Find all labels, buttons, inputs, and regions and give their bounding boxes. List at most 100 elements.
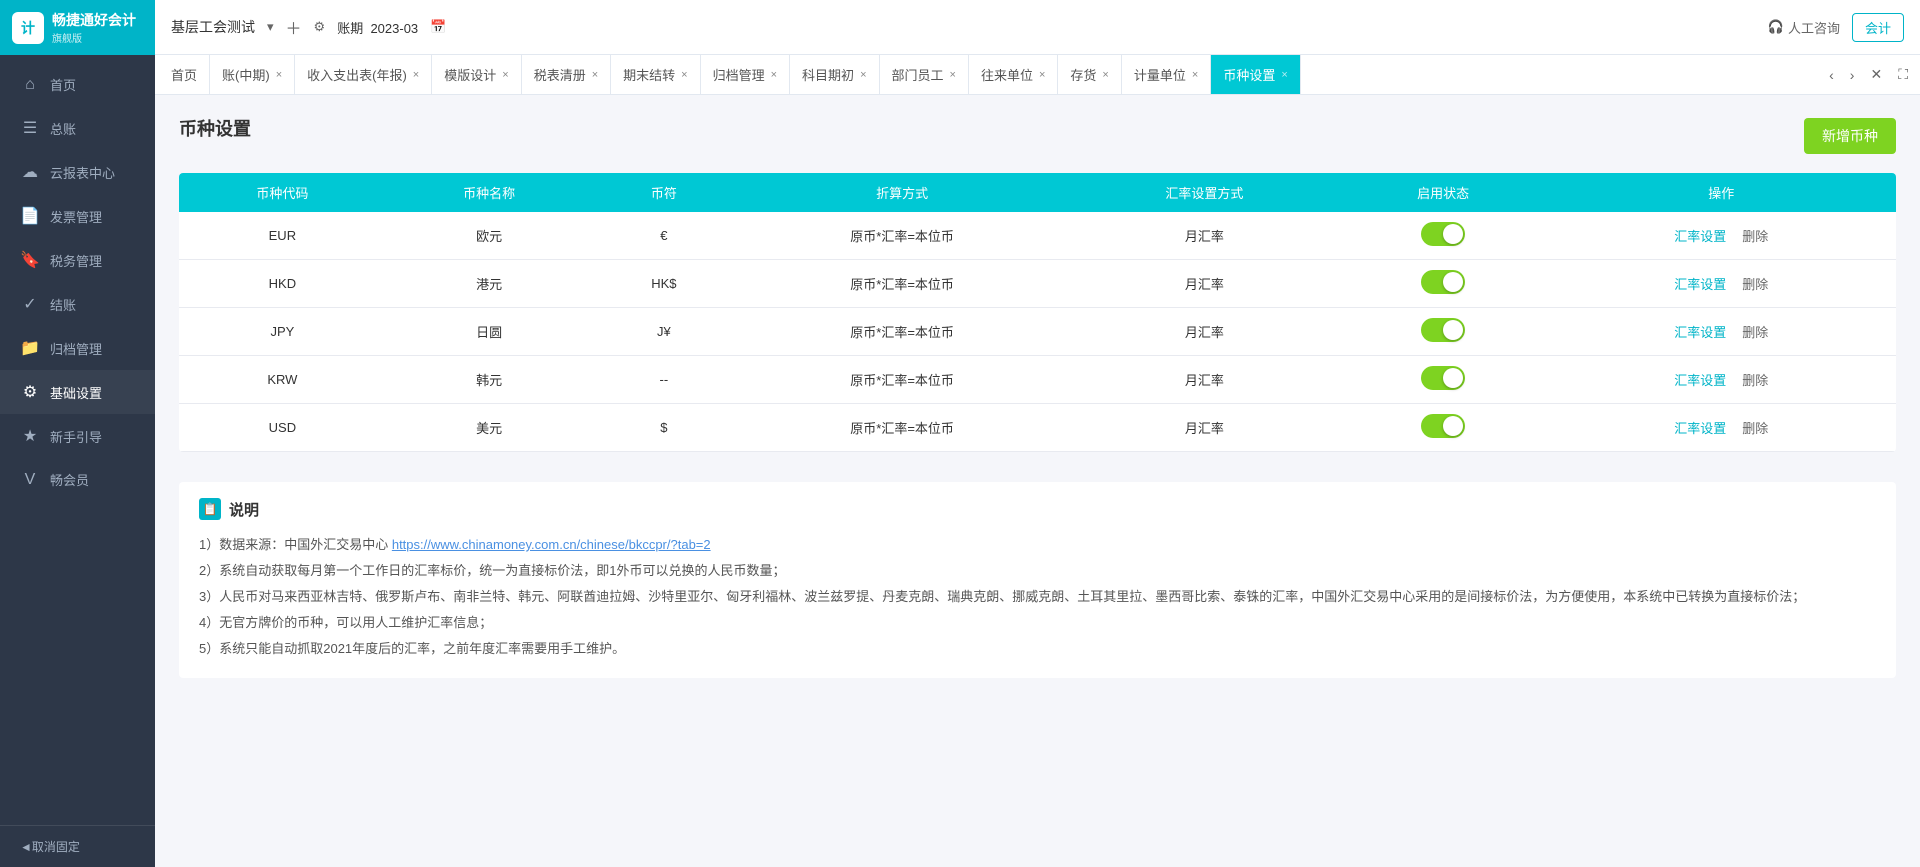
nav-icon-0: ⌂ <box>20 76 40 94</box>
tab-close-5[interactable]: × <box>681 69 687 81</box>
tab-label-5: 期末结转 <box>623 65 675 84</box>
delete-link-3[interactable]: 删除 <box>1742 373 1768 388</box>
cell-4-0: USD <box>179 404 386 452</box>
nav-icon-3: 📄 <box>20 206 40 226</box>
tab-close-9[interactable]: × <box>1039 69 1045 81</box>
cell-0-2: € <box>592 212 735 260</box>
tab-税表清册[interactable]: 税表清册 × <box>522 55 611 95</box>
notes-icon: 📋 <box>199 498 221 520</box>
sidebar-item-首页[interactable]: ⌂首页 <box>0 63 155 106</box>
sidebar-item-税务管理[interactable]: 🔖税务管理 <box>0 238 155 282</box>
tab-close-6[interactable]: × <box>771 69 777 81</box>
logo: 计 畅捷通好会计 旗舰版 <box>0 0 155 55</box>
sidebar-item-结账[interactable]: ✓结账 <box>0 282 155 326</box>
toggle-1[interactable] <box>1421 270 1465 294</box>
rate-settings-link-3[interactable]: 汇率设置 <box>1674 373 1726 388</box>
tab-期末结转[interactable]: 期末结转 × <box>611 55 700 95</box>
tab-label-1: 账(中期) <box>222 65 270 84</box>
toggle-knob-0 <box>1443 224 1463 244</box>
tab-next-button[interactable]: › <box>1842 55 1863 95</box>
tab-币种设置[interactable]: 币种设置 × <box>1211 55 1300 95</box>
nav-label-9: 畅会员 <box>50 470 89 489</box>
delete-link-1[interactable]: 删除 <box>1742 277 1768 292</box>
tab-expand-button[interactable]: ⛶ <box>1890 55 1916 95</box>
table-row: HKD港元HK$原币*汇率=本位币月汇率汇率设置删除 <box>179 260 1896 308</box>
sidebar-item-总账[interactable]: ☰总账 <box>0 106 155 150</box>
tab-close-2[interactable]: × <box>413 69 419 81</box>
tab-模版设计[interactable]: 模版设计 × <box>432 55 521 95</box>
sidebar-item-云报表中心[interactable]: ☁云报表中心 <box>0 150 155 194</box>
logo-subtitle: 旗舰版 <box>52 30 136 45</box>
rate-settings-link-4[interactable]: 汇率设置 <box>1674 421 1726 436</box>
logo-icon: 计 <box>12 12 44 44</box>
rate-settings-link-1[interactable]: 汇率设置 <box>1674 277 1726 292</box>
rate-settings-link-2[interactable]: 汇率设置 <box>1674 325 1726 340</box>
sidebar-item-归档管理[interactable]: 📁归档管理 <box>0 326 155 370</box>
new-currency-button[interactable]: 新增币种 <box>1804 118 1896 154</box>
delete-link-0[interactable]: 删除 <box>1742 229 1768 244</box>
tab-close-all-button[interactable]: ✕ <box>1862 55 1890 95</box>
tab-close-1[interactable]: × <box>276 69 282 81</box>
nav-icon-9: V <box>20 471 40 489</box>
toggle-3[interactable] <box>1421 366 1465 390</box>
tab-prev-button[interactable]: ‹ <box>1821 55 1842 95</box>
cell-1-3: 原币*汇率=本位币 <box>735 260 1069 308</box>
tab-首页[interactable]: 首页 <box>159 55 210 95</box>
col-header-币种名称: 币种名称 <box>386 173 593 212</box>
toggle-4[interactable] <box>1421 414 1465 438</box>
tab-收入支出表(年报)[interactable]: 收入支出表(年报) × <box>295 55 432 95</box>
sidebar-nav: ⌂首页☰总账☁云报表中心 📄 发票管理 🔖税务管理✓结账📁归档管理⚙基础设置★新手引导… <box>0 55 155 825</box>
tab-close-12[interactable]: × <box>1281 69 1287 81</box>
cell-2-0: JPY <box>179 308 386 356</box>
cell-1-2: HK$ <box>592 260 735 308</box>
nav-label-3: 发票管理 <box>50 207 102 226</box>
table-row: JPY日圆J¥原币*汇率=本位币月汇率汇率设置删除 <box>179 308 1896 356</box>
col-header-启用状态: 启用状态 <box>1340 173 1547 212</box>
sidebar-item-发票管理[interactable]: 📄 发票管理 <box>0 194 155 238</box>
toggle-2[interactable] <box>1421 318 1465 342</box>
tab-close-7[interactable]: × <box>860 69 866 81</box>
sidebar-item-基础设置[interactable]: ⚙基础设置 <box>0 370 155 414</box>
sidebar-footer-pin[interactable]: ◄取消固定 <box>0 825 155 867</box>
table-row: KRW韩元--原币*汇率=本位币月汇率汇率设置删除 <box>179 356 1896 404</box>
tab-往来单位[interactable]: 往来单位 × <box>969 55 1058 95</box>
chinamoney-link[interactable]: https://www.chinamoney.com.cn/chinese/bk… <box>392 537 711 552</box>
help-button[interactable]: 🎧 人工咨询 <box>1768 18 1840 37</box>
user-role-button[interactable]: 会计 <box>1852 13 1904 42</box>
calendar-icon[interactable]: 📅 <box>430 19 446 35</box>
tab-close-3[interactable]: × <box>502 69 508 81</box>
period-label: 账期 2023-03 <box>337 18 418 37</box>
tab-label-12: 币种设置 <box>1223 65 1275 84</box>
nav-label-7: 基础设置 <box>50 383 102 402</box>
nav-label-5: 结账 <box>50 295 76 314</box>
cell-3-1: 韩元 <box>386 356 593 404</box>
tab-close-8[interactable]: × <box>950 69 956 81</box>
tab-close-4[interactable]: × <box>592 69 598 81</box>
tab-归档管理[interactable]: 归档管理 × <box>701 55 790 95</box>
tab-存货[interactable]: 存货 × <box>1058 55 1121 95</box>
cell-0-3: 原币*汇率=本位币 <box>735 212 1069 260</box>
cell-4-4: 月汇率 <box>1069 404 1340 452</box>
tab-label-11: 计量单位 <box>1134 65 1186 84</box>
tab-close-10[interactable]: × <box>1102 69 1108 81</box>
tab-账(中期)[interactable]: 账(中期) × <box>210 55 295 95</box>
note-item-2: 3）人民币对马来西亚林吉特、俄罗斯卢布、南非兰特、韩元、阿联酋迪拉姆、沙特里亚尔… <box>199 584 1876 610</box>
toggle-0[interactable] <box>1421 222 1465 246</box>
sidebar-item-畅会员[interactable]: V 畅会员 <box>0 458 155 501</box>
settings-icon[interactable]: ⚙ <box>314 19 326 35</box>
tab-科目期初[interactable]: 科目期初 × <box>790 55 879 95</box>
nav-label-2: 云报表中心 <box>50 163 115 182</box>
delete-link-4[interactable]: 删除 <box>1742 421 1768 436</box>
delete-link-2[interactable]: 删除 <box>1742 325 1768 340</box>
rate-settings-link-0[interactable]: 汇率设置 <box>1674 229 1726 244</box>
page-title: 币种设置 <box>179 115 251 141</box>
add-tab-icon[interactable]: ＋ <box>286 15 302 39</box>
company-dropdown-icon[interactable]: ▾ <box>267 19 274 35</box>
nav-label-4: 税务管理 <box>50 251 102 270</box>
tab-计量单位[interactable]: 计量单位 × <box>1122 55 1211 95</box>
tab-close-11[interactable]: × <box>1192 69 1198 81</box>
tab-部门员工[interactable]: 部门员工 × <box>880 55 969 95</box>
tab-navigation-buttons: ‹ › ✕ ⛶ <box>1821 55 1916 95</box>
tab-label-6: 归档管理 <box>713 65 765 84</box>
sidebar-item-新手引导[interactable]: ★新手引导 <box>0 414 155 458</box>
